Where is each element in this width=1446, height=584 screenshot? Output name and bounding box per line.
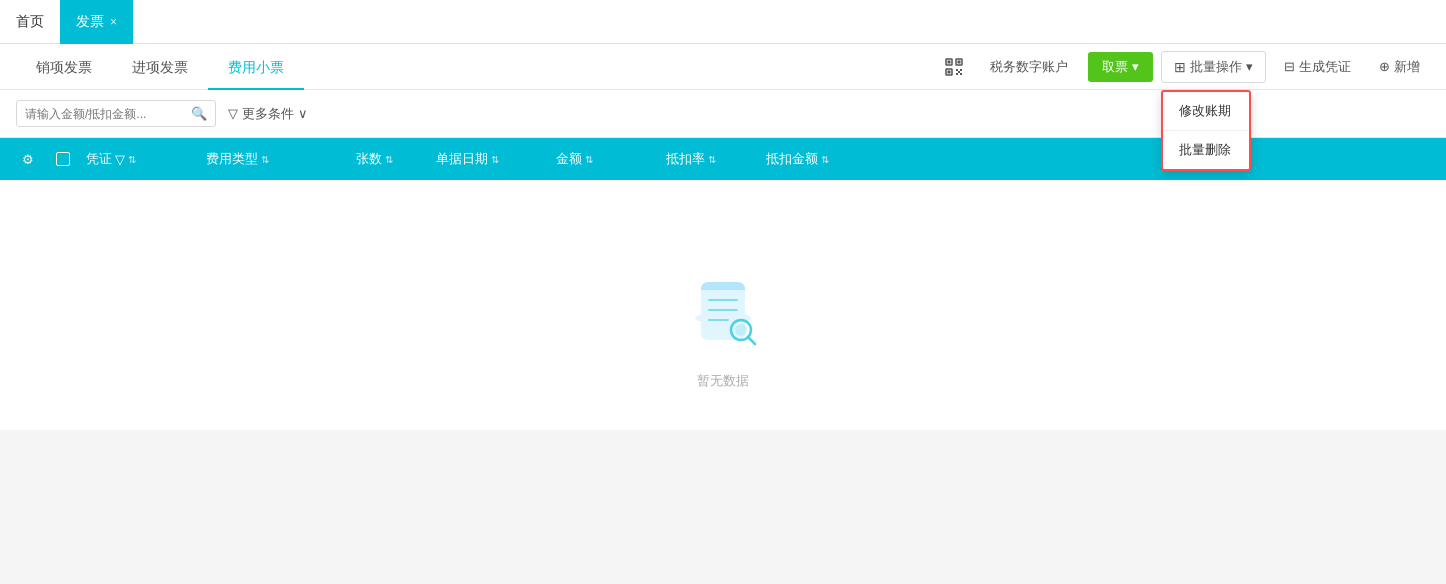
batch-op-arrow-icon: ▾ xyxy=(1246,59,1253,74)
th-deduct-rate[interactable]: 抵扣率 ⇅ xyxy=(658,150,758,168)
th-expense-type-label: 费用类型 xyxy=(206,150,258,168)
invoice-tab[interactable]: 发票 × xyxy=(60,0,133,44)
tab-incoming-invoice[interactable]: 进项发票 xyxy=(112,44,208,90)
header-checkbox[interactable] xyxy=(56,152,70,166)
th-checkbox[interactable] xyxy=(48,152,78,166)
toolbar: 税务数字账户 取票 ▾ ⊞ 批量操作 ▾ ⊟ 生成凭证 ⊕ 新增 xyxy=(938,51,1430,83)
empty-text: 暂无数据 xyxy=(697,372,749,390)
th-deduct-amount[interactable]: 抵扣金额 ⇅ xyxy=(758,150,878,168)
batch-delete-item[interactable]: 批量删除 xyxy=(1163,130,1249,169)
svg-rect-9 xyxy=(960,73,962,75)
search-input[interactable] xyxy=(17,102,183,126)
qr-code-icon[interactable] xyxy=(938,51,970,83)
voucher-filter-icon: ▽ xyxy=(115,152,125,167)
batch-op-dropdown: 修改账期 批量删除 xyxy=(1161,90,1251,171)
th-voucher[interactable]: 凭证 ▽ ⇅ xyxy=(78,150,198,168)
take-ticket-button[interactable]: 取票 ▾ xyxy=(1088,52,1153,82)
th-expense-type[interactable]: 费用类型 ⇅ xyxy=(198,150,348,168)
take-ticket-arrow-icon: ▾ xyxy=(1132,59,1139,74)
th-amount-label: 金额 xyxy=(556,150,582,168)
settings-icon: ⚙ xyxy=(22,152,34,167)
home-nav-item[interactable]: 首页 xyxy=(0,13,60,31)
more-conditions-label: 更多条件 xyxy=(242,105,294,123)
svg-rect-7 xyxy=(960,69,962,71)
svg-rect-3 xyxy=(958,60,961,63)
add-button[interactable]: ⊕ 新增 xyxy=(1369,52,1430,82)
deduct-amount-sort-icon[interactable]: ⇅ xyxy=(821,154,829,165)
svg-rect-6 xyxy=(956,69,958,71)
expense-type-sort-icon[interactable]: ⇅ xyxy=(261,154,269,165)
th-count-label: 张数 xyxy=(356,150,382,168)
take-ticket-label: 取票 xyxy=(1102,58,1128,76)
th-date-label: 单据日期 xyxy=(436,150,488,168)
date-sort-icon[interactable]: ⇅ xyxy=(491,154,499,165)
tab-sales-invoice[interactable]: 销项发票 xyxy=(16,44,112,90)
batch-op-icon: ⊞ xyxy=(1174,59,1186,75)
batch-operation-button[interactable]: ⊞ 批量操作 ▾ xyxy=(1161,51,1266,83)
empty-state: 暂无数据 xyxy=(0,180,1446,430)
tax-account-button[interactable]: 税务数字账户 xyxy=(978,52,1080,82)
svg-rect-8 xyxy=(956,73,958,75)
add-label: 新增 xyxy=(1394,58,1420,76)
search-icon[interactable]: 🔍 xyxy=(183,101,215,126)
svg-point-16 xyxy=(735,324,747,336)
filter-icon: ▽ xyxy=(228,106,238,121)
th-date[interactable]: 单据日期 ⇅ xyxy=(428,150,548,168)
gen-voucher-icon: ⊟ xyxy=(1284,59,1295,74)
gen-voucher-label: 生成凭证 xyxy=(1299,58,1351,76)
th-settings[interactable]: ⚙ xyxy=(8,152,48,167)
svg-rect-10 xyxy=(958,71,960,73)
th-deduct-rate-label: 抵扣率 xyxy=(666,150,705,168)
add-icon: ⊕ xyxy=(1379,59,1390,74)
th-amount[interactable]: 金额 ⇅ xyxy=(548,150,658,168)
more-conditions-button[interactable]: ▽ 更多条件 ∨ xyxy=(228,105,308,123)
svg-rect-5 xyxy=(948,70,951,73)
count-sort-icon[interactable]: ⇅ xyxy=(385,154,393,165)
invoice-tab-label: 发票 xyxy=(76,13,104,31)
tab-expense-receipt[interactable]: 费用小票 xyxy=(208,44,304,90)
sub-tabs-container: 销项发票 进项发票 费用小票 xyxy=(16,44,304,90)
batch-op-label: 批量操作 xyxy=(1190,58,1242,76)
chevron-down-icon: ∨ xyxy=(298,106,308,121)
deduct-rate-sort-icon[interactable]: ⇅ xyxy=(708,154,716,165)
gen-voucher-button[interactable]: ⊟ 生成凭证 xyxy=(1274,52,1361,82)
th-deduct-amount-label: 抵扣金额 xyxy=(766,150,818,168)
invoice-tab-close[interactable]: × xyxy=(110,15,117,29)
voucher-sort-icon[interactable]: ⇅ xyxy=(128,154,136,165)
th-count[interactable]: 张数 ⇅ xyxy=(348,150,428,168)
modify-period-item[interactable]: 修改账期 xyxy=(1163,92,1249,130)
th-voucher-label: 凭证 xyxy=(86,150,112,168)
svg-line-17 xyxy=(748,337,755,344)
amount-sort-icon[interactable]: ⇅ xyxy=(585,154,593,165)
search-input-wrapper: 🔍 xyxy=(16,100,216,127)
svg-rect-1 xyxy=(948,60,951,63)
